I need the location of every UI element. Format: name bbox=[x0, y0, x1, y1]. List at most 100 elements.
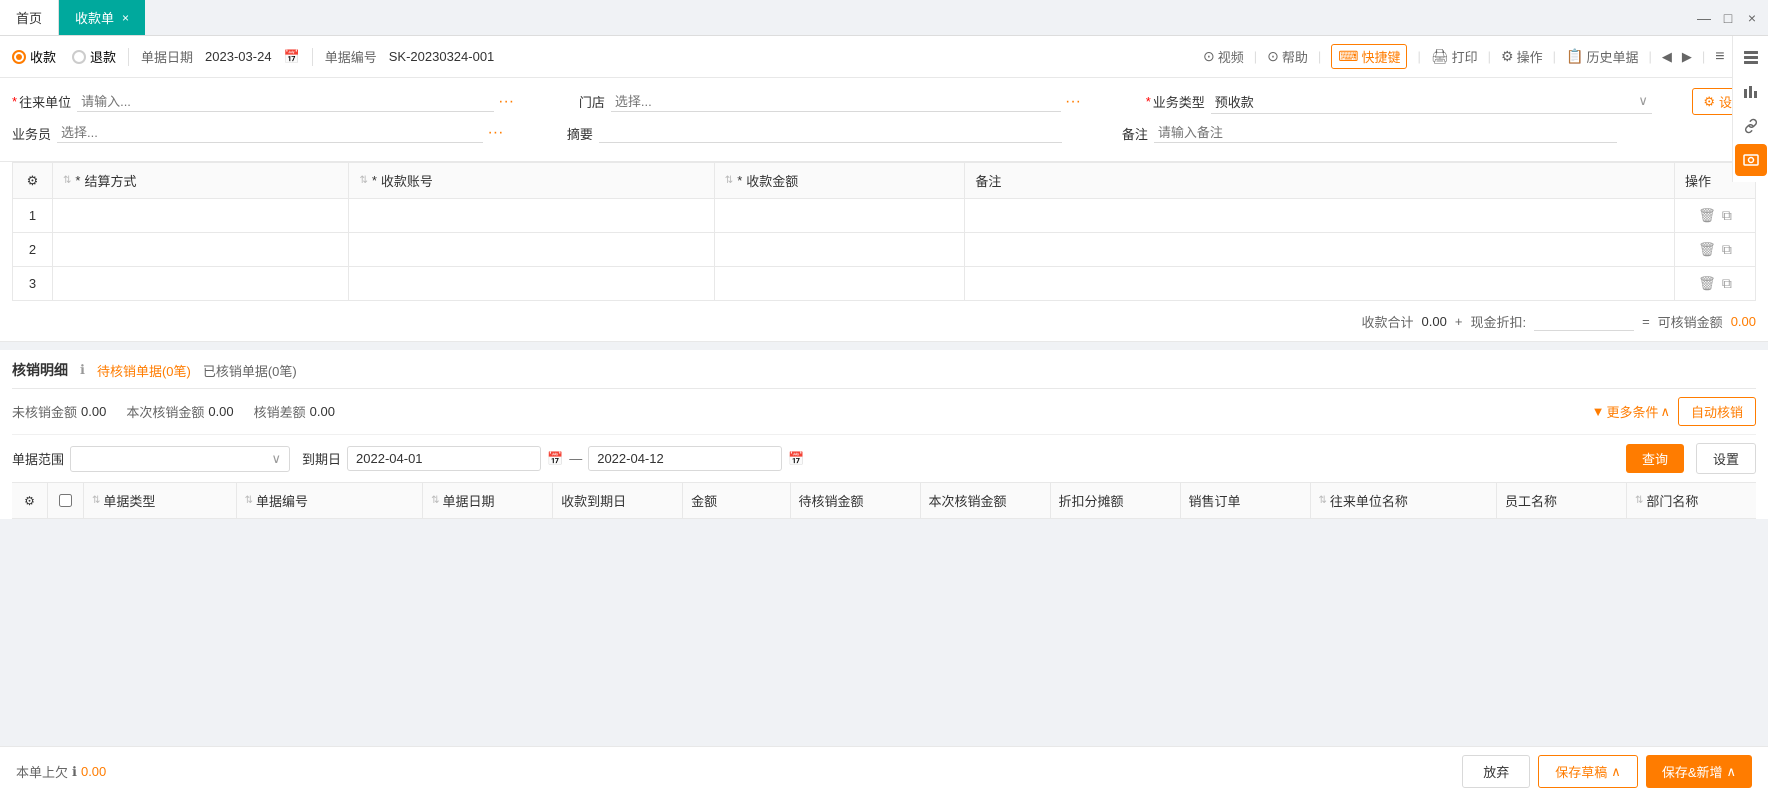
list-view-button[interactable]: ≡ bbox=[1715, 48, 1724, 66]
operations-icon: ⚙ bbox=[1501, 48, 1514, 65]
pending-tab[interactable]: 待核销单据(0笔) bbox=[97, 361, 191, 380]
sidebar-chart-icon[interactable] bbox=[1735, 76, 1767, 108]
calendar-from-icon[interactable]: 📅 bbox=[547, 451, 563, 467]
current-label: 本次核销金额 bbox=[126, 402, 204, 421]
history-icon: 📋 bbox=[1566, 48, 1583, 65]
delete-icon-2[interactable]: 🗑 bbox=[1698, 241, 1716, 258]
td-amount-3[interactable] bbox=[715, 267, 966, 300]
td-account-1[interactable] bbox=[349, 199, 714, 232]
save-draft-button[interactable]: 保存草稿 ∧ bbox=[1538, 755, 1638, 788]
receipt-radio[interactable]: 收款 bbox=[12, 47, 56, 66]
calendar-to-icon[interactable]: 📅 bbox=[788, 451, 804, 467]
help-button[interactable]: ⊙ 帮助 bbox=[1267, 47, 1308, 66]
receipt-radio-label: 收款 bbox=[30, 47, 56, 66]
bth-discount: 折扣分摊额 bbox=[1051, 483, 1181, 518]
tab-home[interactable]: 首页 bbox=[0, 0, 59, 35]
copy-icon-2[interactable]: ⧉ bbox=[1722, 241, 1732, 258]
td-account-2[interactable] bbox=[349, 233, 714, 266]
delete-icon-3[interactable]: 🗑 bbox=[1698, 275, 1716, 292]
td-account-3[interactable] bbox=[349, 267, 714, 300]
calendar-icon[interactable]: 📅 bbox=[284, 49, 300, 65]
refund-radio[interactable]: 退款 bbox=[72, 47, 116, 66]
more-conditions-button[interactable]: ▼ 更多条件 ∧ bbox=[1592, 402, 1670, 421]
store-input[interactable] bbox=[611, 92, 1061, 112]
video-button[interactable]: ⊙ 视频 bbox=[1203, 47, 1244, 66]
shortcut-label: 快捷键 bbox=[1361, 47, 1400, 66]
td-method-3[interactable] bbox=[53, 267, 349, 300]
close-window-button[interactable]: × bbox=[1744, 10, 1760, 26]
bth-gear[interactable]: ⚙ bbox=[12, 483, 48, 518]
sidebar-screenshot-icon[interactable] bbox=[1735, 144, 1767, 176]
shortcut-button[interactable]: ⌨ 快捷键 bbox=[1331, 44, 1407, 69]
summary-field: 摘要 bbox=[567, 123, 1062, 143]
gear-icon: ⚙ bbox=[1703, 94, 1715, 110]
diff-stat: 核销差额 0.00 bbox=[254, 402, 335, 421]
td-remark-1[interactable] bbox=[965, 199, 1675, 232]
bottom-stat-value: 0.00 bbox=[81, 764, 106, 779]
remark-input[interactable] bbox=[1154, 123, 1617, 143]
nav-left-button[interactable]: ◀ bbox=[1662, 49, 1672, 65]
copy-icon-3[interactable]: ⧉ bbox=[1722, 275, 1732, 292]
remark-label: 备注 bbox=[1122, 124, 1154, 143]
date-to-input[interactable] bbox=[588, 446, 782, 471]
discount-input[interactable] bbox=[1534, 311, 1634, 331]
query-button[interactable]: 查询 bbox=[1626, 444, 1684, 473]
help-icon: ⊙ bbox=[1267, 48, 1279, 65]
td-ops-2: 🗑 ⧉ bbox=[1675, 233, 1755, 266]
partner-field: * 往来单位 ··· bbox=[12, 92, 518, 112]
writeoff-stats: 未核销金额 0.00 本次核销金额 0.00 核销差额 0.00 ▼ 更多条件 … bbox=[12, 389, 1756, 434]
staff-input[interactable] bbox=[57, 123, 483, 143]
tab-active[interactable]: 收款单 × bbox=[59, 0, 145, 35]
td-method-2[interactable] bbox=[53, 233, 349, 266]
td-remark-2[interactable] bbox=[965, 233, 1675, 266]
sidebar-link-icon[interactable] bbox=[1735, 110, 1767, 142]
print-button[interactable]: 🖨 打印 bbox=[1431, 47, 1478, 66]
filter-settings-button[interactable]: 设置 bbox=[1696, 443, 1756, 474]
minimize-button[interactable]: — bbox=[1696, 10, 1712, 26]
table-row: 3 🗑 ⧉ bbox=[13, 267, 1755, 300]
date-from-input[interactable] bbox=[347, 446, 541, 471]
maximize-button[interactable]: □ bbox=[1720, 10, 1736, 26]
summary-label: 摘要 bbox=[567, 124, 599, 143]
save-new-button[interactable]: 保存&新增 ∧ bbox=[1646, 755, 1752, 788]
date-value[interactable]: 2023-03-24 bbox=[205, 49, 272, 64]
abandon-button[interactable]: 放弃 bbox=[1462, 755, 1530, 788]
bth-check[interactable] bbox=[48, 483, 84, 518]
total-value: 0.00 bbox=[1422, 314, 1447, 329]
bth-pending: 待核销金额 bbox=[791, 483, 921, 518]
biz-type-select[interactable]: 预收款 ∨ bbox=[1211, 90, 1652, 114]
discount-label: 现金折扣: bbox=[1470, 312, 1526, 331]
th-account-required: * bbox=[372, 173, 377, 188]
staff-more-button[interactable]: ··· bbox=[483, 124, 507, 142]
td-amount-2[interactable] bbox=[715, 233, 966, 266]
copy-icon-1[interactable]: ⧉ bbox=[1722, 207, 1732, 224]
current-value: 0.00 bbox=[208, 404, 233, 419]
plus-sign: + bbox=[1455, 314, 1463, 329]
history-button[interactable]: 📋 历史单据 bbox=[1566, 47, 1638, 66]
tab-close-icon[interactable]: × bbox=[122, 11, 129, 25]
td-remark-3[interactable] bbox=[965, 267, 1675, 300]
td-method-1[interactable] bbox=[53, 199, 349, 232]
operations-button[interactable]: ⚙ 操作 bbox=[1501, 47, 1543, 66]
staff-label: 业务员 bbox=[12, 124, 57, 143]
range-label: 单据范围 bbox=[12, 449, 64, 468]
select-all-checkbox[interactable] bbox=[59, 494, 72, 507]
tab-active-label: 收款单 bbox=[75, 8, 114, 27]
store-more-button[interactable]: ··· bbox=[1061, 93, 1085, 111]
sidebar-table-icon[interactable] bbox=[1735, 42, 1767, 74]
partner-more-button[interactable]: ··· bbox=[494, 93, 518, 111]
range-arrow: ∨ bbox=[272, 451, 282, 467]
auto-writeoff-button[interactable]: 自动核销 bbox=[1678, 397, 1756, 426]
td-amount-1[interactable] bbox=[715, 199, 966, 232]
th-gear[interactable]: ⚙ bbox=[13, 163, 53, 198]
td-index-3: 3 bbox=[13, 267, 53, 300]
receipt-radio-dot bbox=[12, 50, 26, 64]
range-select[interactable]: ∨ bbox=[70, 446, 290, 472]
done-tab[interactable]: 已核销单据(0笔) bbox=[203, 361, 297, 380]
delete-icon-1[interactable]: 🗑 bbox=[1698, 207, 1716, 224]
td-index-2: 2 bbox=[13, 233, 53, 266]
form-area: * 往来单位 ··· 门店 ··· * 业务类型 预收款 ∨ ⚙ 设置 业务员 bbox=[0, 78, 1768, 162]
summary-input[interactable] bbox=[599, 123, 1062, 143]
partner-input[interactable] bbox=[77, 92, 494, 112]
nav-right-button[interactable]: ▶ bbox=[1682, 49, 1692, 65]
